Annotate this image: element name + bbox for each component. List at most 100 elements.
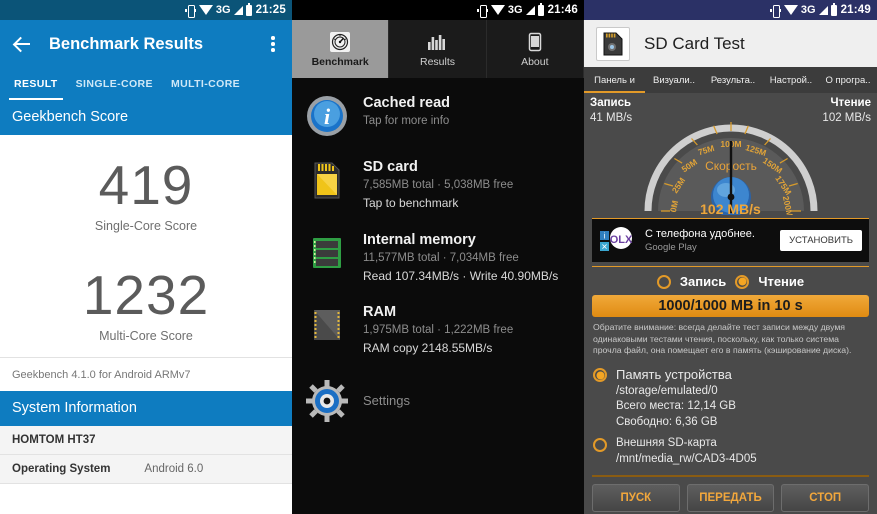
page-title: Benchmark Results (49, 34, 204, 53)
app-bar: SD Card Test (584, 20, 877, 67)
network-type-label: 3G (800, 4, 816, 16)
install-button[interactable]: УСТАНОВИТЬ (780, 230, 862, 251)
ad-source: Google Play (645, 242, 697, 253)
list-item-internal-memory[interactable]: Internal memory 11,577MB total · 7,034MB… (292, 221, 584, 294)
storage-option-external[interactable]: Внешняя SD-карта /mnt/media_rw/CAD3-4D05 (593, 433, 868, 470)
external-sdcard-path: /mnt/media_rw/CAD3-4D05 (616, 452, 757, 465)
stop-button[interactable]: СТОП (781, 483, 870, 512)
ad-text: С телефона удобнее. Google Play (645, 228, 772, 253)
single-core-score-label: Single-Core Score (94, 218, 198, 233)
signal-icon (525, 5, 535, 15)
external-sdcard-name: Внешняя SD-карта (616, 437, 717, 450)
internal-memory-title: Internal memory (363, 231, 476, 248)
mode-radio-group: Запись Чтение (592, 266, 869, 294)
status-bar: 3G 21:49 (584, 0, 877, 20)
external-sdcard-info: Внешняя SD-карта /mnt/media_rw/CAD3-4D05 (616, 436, 757, 467)
cached-read-subtitle: Tap for more info (363, 115, 450, 128)
radio-write[interactable] (656, 274, 671, 289)
ad-banner[interactable]: OLX i ✕ С телефона удобнее. Google Play УС… (592, 218, 869, 262)
list-item-ram[interactable]: RAM 1,975MB total · 1,222MB free RAM cop… (292, 293, 584, 366)
system-information-header: System Information (0, 390, 292, 426)
phone-icon (524, 31, 546, 53)
tab-benchmark-label: Benchmark (311, 55, 369, 68)
list-item-sd-card[interactable]: SD card 7,585MB total · 5,038MB free Tap… (292, 148, 584, 221)
tab-result[interactable]: RESULT (5, 68, 67, 100)
tab-about[interactable]: О програ.. (819, 75, 877, 86)
tab-settings[interactable]: Настрой.. (763, 75, 819, 86)
tab-bar: RESULT SINGLE-CORE MULTI-CORE (0, 68, 292, 100)
device-model: HOMTOM HT37 (12, 433, 96, 446)
table-row: HOMTOM HT37 (0, 425, 292, 455)
tab-results[interactable]: Results (389, 20, 487, 78)
chip-icon (304, 302, 350, 348)
tab-dashboard[interactable]: Панель и (584, 75, 645, 86)
wifi-icon (783, 5, 798, 15)
os-row-key: Operating System (12, 462, 111, 475)
sd-card-capacity: 7,585MB total · 5,038MB free (363, 179, 514, 192)
internal-storage-path: /storage/emulated/0 (616, 384, 718, 397)
caching-note: Обратите внимание: всегда делайте тест з… (593, 322, 852, 356)
storage-option-internal[interactable]: Память устройства /storage/emulated/0 Вс… (593, 363, 868, 433)
tab-about[interactable]: About (486, 20, 584, 78)
olx-logo: OLX i ✕ (599, 226, 637, 256)
tab-results-label: Results (419, 55, 455, 68)
tab-visualization[interactable]: Визуали.. (645, 75, 703, 86)
speedometer-icon (329, 31, 351, 53)
radio-read-label[interactable]: Чтение (758, 274, 804, 289)
tab-about-label: About (521, 55, 549, 68)
radio-write-label[interactable]: Запись (680, 274, 726, 289)
internal-storage-info: Память устройства /storage/emulated/0 Вс… (616, 366, 736, 430)
status-time: 21:49 (840, 4, 871, 16)
svg-text:i: i (324, 104, 331, 129)
three-phone-screenshots: 3G 21:25 Benchmark Results RESULT SINGLE… (0, 0, 877, 514)
test-size-button[interactable]: 1000/1000 MB in 10 s (592, 295, 869, 317)
radio-internal-storage[interactable] (593, 368, 607, 383)
radio-read[interactable] (735, 274, 750, 289)
geekbench-score-header: Geekbench Score (0, 100, 292, 135)
table-row: Operating System Android 6.0 (0, 454, 292, 484)
svg-text:i: i (604, 231, 606, 240)
internal-storage-free: Свободно: 6,36 GB (616, 415, 718, 428)
start-button[interactable]: ПУСК (592, 483, 680, 512)
single-core-score-value: 419 (98, 154, 194, 216)
share-button[interactable]: ПЕРЕДАТЬ (686, 483, 775, 512)
phone-panel-sd-card-test: 3G 21:49 SD Card Test Панель и Визуали..… (584, 0, 877, 514)
internal-memory-speeds: Read 107.34MB/s · Write 40.90MB/s (363, 268, 559, 283)
status-time: 21:25 (255, 4, 286, 16)
os-row-value: Android 6.0 (144, 462, 204, 475)
wifi-icon (490, 5, 505, 15)
battery-icon (830, 2, 837, 16)
benchmark-list: i Cached read Tap for more info SD card … (292, 78, 584, 433)
phone-panel-a1sd-bench: 3G 21:46 Benchmark Results About i Cache… (292, 0, 584, 514)
radio-external-sdcard[interactable] (593, 438, 607, 453)
score-spacer (0, 233, 292, 267)
back-arrow-icon[interactable] (10, 31, 36, 57)
action-buttons: ПУСК ПЕРЕДАТЬ СТОП (584, 477, 877, 514)
speedometer-gauge: 0M 25M 50M 75M 100M 125M 150M 175M 200M … (644, 122, 817, 215)
vibrate-icon (476, 4, 488, 18)
info-icon: i (304, 93, 350, 139)
tab-results[interactable]: Результа.. (703, 75, 763, 86)
phone-panel-geekbench: 3G 21:25 Benchmark Results RESULT SINGLE… (0, 0, 292, 514)
svg-text:✕: ✕ (601, 242, 608, 251)
ram-title: RAM (363, 304, 397, 321)
list-item-cached-read[interactable]: i Cached read Tap for more info (292, 84, 584, 148)
tab-bar: Панель и Визуали.. Результа.. Настрой.. … (584, 67, 877, 93)
storage-options: Память устройства /storage/emulated/0 Вс… (584, 361, 877, 470)
sd-card-title: SD card (363, 159, 418, 175)
sd-card-action-hint: Tap to benchmark (363, 196, 459, 211)
tab-single-core[interactable]: SINGLE-CORE (67, 68, 162, 100)
read-label: Чтение (830, 97, 871, 109)
settings-label: Settings (363, 393, 410, 409)
more-options-icon[interactable] (264, 33, 282, 55)
internal-storage-total: Всего места: 12,14 GB (616, 400, 736, 413)
status-icons: 3G (769, 2, 837, 18)
status-bar: 3G 21:25 (0, 0, 292, 20)
internal-memory-text: Internal memory 11,577MB total · 7,034MB… (363, 230, 558, 285)
page-title: SD Card Test (644, 33, 745, 53)
tab-benchmark[interactable]: Benchmark (292, 20, 390, 78)
list-item-settings[interactable]: Settings (292, 366, 584, 433)
network-type-label: 3G (215, 4, 231, 16)
tab-multi-core[interactable]: MULTI-CORE (162, 68, 249, 100)
tab-bar: Benchmark Results About (292, 20, 584, 78)
